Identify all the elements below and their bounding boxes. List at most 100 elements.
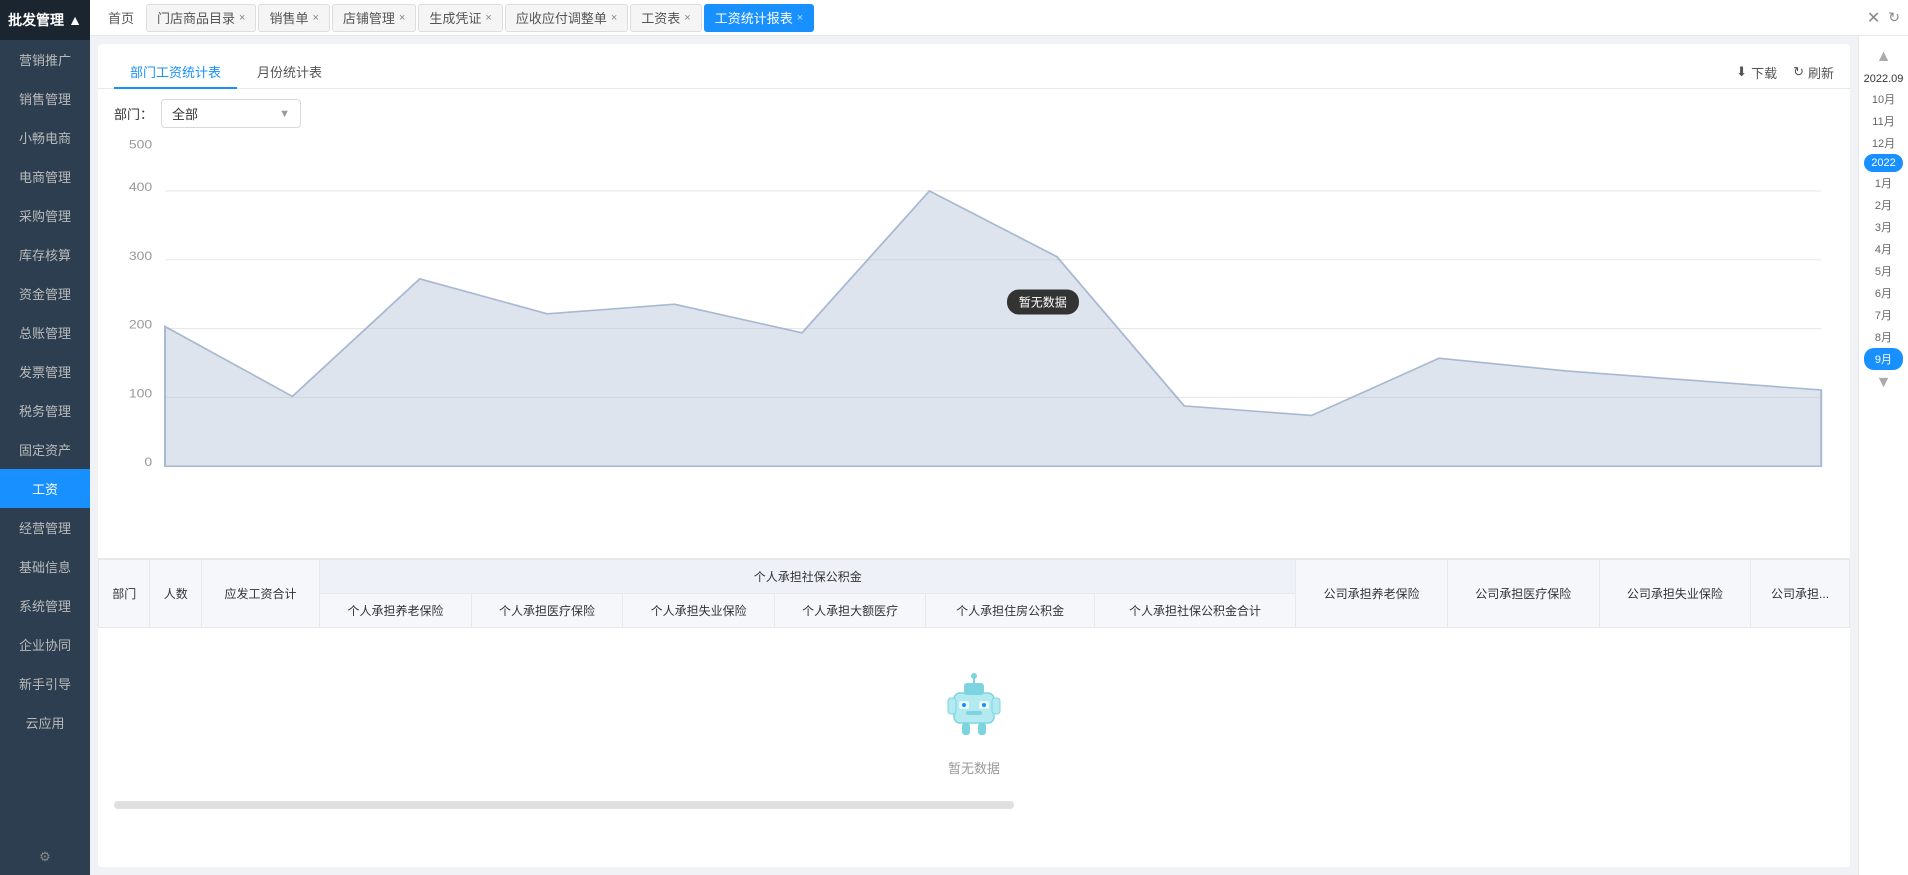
dept-value: 全部 [172,104,198,123]
col-total-wage: 应发工资合计 [201,560,319,628]
timeline-item-1月[interactable]: 1月 [1864,172,1904,194]
timeline-item-12月[interactable]: 12月 [1864,132,1904,154]
gear-icon: ⚙ [39,849,51,864]
tab-label: 工资统计报表 [715,8,793,27]
sidebar: 批发管理 ▲ 营销推广销售管理小畅电商电商管理采购管理库存核算资金管理总账管理发… [0,0,90,875]
tabs-close-all[interactable]: ✕ ↻ [1867,8,1900,28]
sidebar-item-基础信息[interactable]: 基础信息 [0,547,90,586]
empty-text: 暂无数据 [948,758,1000,777]
table-area[interactable]: 部门 人数 应发工资合计 个人承担社保公积金 公司承担养老保险 公司承担医疗保险… [98,558,1850,867]
dept-select[interactable]: 全部 ▼ [161,99,301,128]
sidebar-item-总账管理[interactable]: 总账管理 [0,313,90,352]
timeline-item-9月[interactable]: 9月 [1864,348,1904,370]
sidebar-item-营销推广[interactable]: 营销推广 [0,40,90,79]
col-company-medical: 公司承担医疗保险 [1447,560,1599,628]
tab-close-icon[interactable]: × [611,12,617,24]
timeline-item-10月[interactable]: 10月 [1864,88,1904,110]
col-headcount: 人数 [150,560,201,628]
sidebar-item-企业协同[interactable]: 企业协同 [0,625,90,664]
sidebar-item-发票管理[interactable]: 发票管理 [0,352,90,391]
refresh-button[interactable]: ↻ 刷新 [1793,63,1834,82]
col-company-pension: 公司承担养老保险 [1296,560,1448,628]
col-personal-unemployment: 个人承担失业保险 [623,594,775,628]
sidebar-item-采购管理[interactable]: 采购管理 [0,196,90,235]
sidebar-item-固定资产[interactable]: 固定资产 [0,430,90,469]
tab-label: 生成凭证 [429,8,481,27]
tab-home[interactable]: 首页 [98,8,144,27]
tab-应收应付调整单[interactable]: 应收应付调整单 × [505,4,628,32]
svg-text:0: 0 [144,455,152,469]
chevron-down-icon: ▼ [279,108,290,120]
sidebar-footer[interactable]: ⚙ [0,839,90,875]
sidebar-item-工资[interactable]: 工资 [0,469,90,508]
page-content: 部门工资统计表 月份统计表 ⬇ 下载 ↻ 刷新 部门： [98,44,1850,867]
timeline-item-3月[interactable]: 3月 [1864,216,1904,238]
sidebar-item-销售管理[interactable]: 销售管理 [0,79,90,118]
sidebar-item-云应用[interactable]: 云应用 [0,703,90,742]
tabs-bar: 首页 门店商品目录×销售单×店铺管理×生成凭证×应收应付调整单×工资表×工资统计… [90,0,1908,36]
timeline-item-5月[interactable]: 5月 [1864,260,1904,282]
svg-text:100: 100 [129,387,152,401]
empty-robot-icon [934,668,1014,748]
timeline-item-8月[interactable]: 8月 [1864,326,1904,348]
sidebar-item-经营管理[interactable]: 经营管理 [0,508,90,547]
tab-门店商品目录[interactable]: 门店商品目录 × [146,4,256,32]
sidebar-item-小畅电商[interactable]: 小畅电商 [0,118,90,157]
tab-close-icon[interactable]: × [239,12,245,24]
tab-label: 店铺管理 [343,8,395,27]
col-personal-housing-fund: 个人承担住房公积金 [926,594,1094,628]
timeline-item-7月[interactable]: 7月 [1864,304,1904,326]
tab-close-icon[interactable]: × [797,12,803,24]
tab-生成凭证[interactable]: 生成凭证 × [418,4,502,32]
toolbar-left: 部门： 全部 ▼ [114,99,301,128]
col-company-unemployment: 公司承担失业保险 [1599,560,1751,628]
sidebar-item-资金管理[interactable]: 资金管理 [0,274,90,313]
sidebar-item-系统管理[interactable]: 系统管理 [0,586,90,625]
tab-close-icon[interactable]: × [312,12,318,24]
timeline-item-2022.09[interactable]: 2022.09 [1864,70,1904,88]
top-toolbar-right: ⬇ 下载 ↻ 刷新 [1736,63,1834,82]
col-personal-medical: 个人承担医疗保险 [471,594,623,628]
tab-销售单[interactable]: 销售单× [258,4,329,32]
sidebar-header[interactable]: 批发管理 ▲ [0,0,90,40]
chart-container: 0 100 200 300 400 500 [114,138,1834,528]
sidebar-item-库存核算[interactable]: 库存核算 [0,235,90,274]
timeline-down-nav[interactable]: ▼ [1876,370,1892,396]
sidebar-arrow-icon: ▲ [68,12,82,28]
timeline-item-4月[interactable]: 4月 [1864,238,1904,260]
timeline-item-2022[interactable]: 2022 [1864,154,1904,172]
sidebar-title: 批发管理 [8,10,64,30]
timeline-up-nav[interactable]: ▲ [1876,44,1892,70]
horizontal-scrollbar[interactable] [114,801,1014,809]
sub-tab-dept[interactable]: 部门工资统计表 [114,56,237,89]
col-personal-pension: 个人承担养老保险 [320,594,472,628]
sidebar-item-税务管理[interactable]: 税务管理 [0,391,90,430]
refresh-icon: ↻ [1888,9,1900,26]
data-table: 部门 人数 应发工资合计 个人承担社保公积金 公司承担养老保险 公司承担医疗保险… [98,559,1850,797]
timeline-item-6月[interactable]: 6月 [1864,282,1904,304]
empty-state: 暂无数据 [99,628,1850,797]
svg-text:400: 400 [129,180,152,194]
timeline-item-2月[interactable]: 2月 [1864,194,1904,216]
tab-label: 门店商品目录 [157,8,235,27]
download-button[interactable]: ⬇ 下载 [1736,63,1777,82]
main-area: 首页 门店商品目录×销售单×店铺管理×生成凭证×应收应付调整单×工资表×工资统计… [90,0,1908,875]
sub-tabs: 部门工资统计表 月份统计表 ⬇ 下载 ↻ 刷新 [98,44,1850,89]
sidebar-item-新手引导[interactable]: 新手引导 [0,664,90,703]
sub-tab-month[interactable]: 月份统计表 [241,56,338,89]
tab-close-icon[interactable]: × [485,12,491,24]
download-label: 下载 [1751,63,1777,82]
sidebar-item-电商管理[interactable]: 电商管理 [0,157,90,196]
tab-工资表[interactable]: 工资表× [630,4,701,32]
tab-店铺管理[interactable]: 店铺管理 × [332,4,416,32]
tab-工资统计报表[interactable]: 工资统计报表 × [704,4,814,32]
col-personal-major-medical: 个人承担大额医疗 [774,594,926,628]
tab-label: 应收应付调整单 [516,8,607,27]
timeline-item-11月[interactable]: 11月 [1864,110,1904,132]
col-personal-insurance-group: 个人承担社保公积金 [320,560,1296,594]
download-icon: ⬇ [1736,64,1747,80]
col-dept: 部门 [99,560,150,628]
tab-close-icon[interactable]: × [684,12,690,24]
chart-no-data-tooltip: 暂无数据 [1007,289,1079,314]
tab-close-icon[interactable]: × [399,12,405,24]
